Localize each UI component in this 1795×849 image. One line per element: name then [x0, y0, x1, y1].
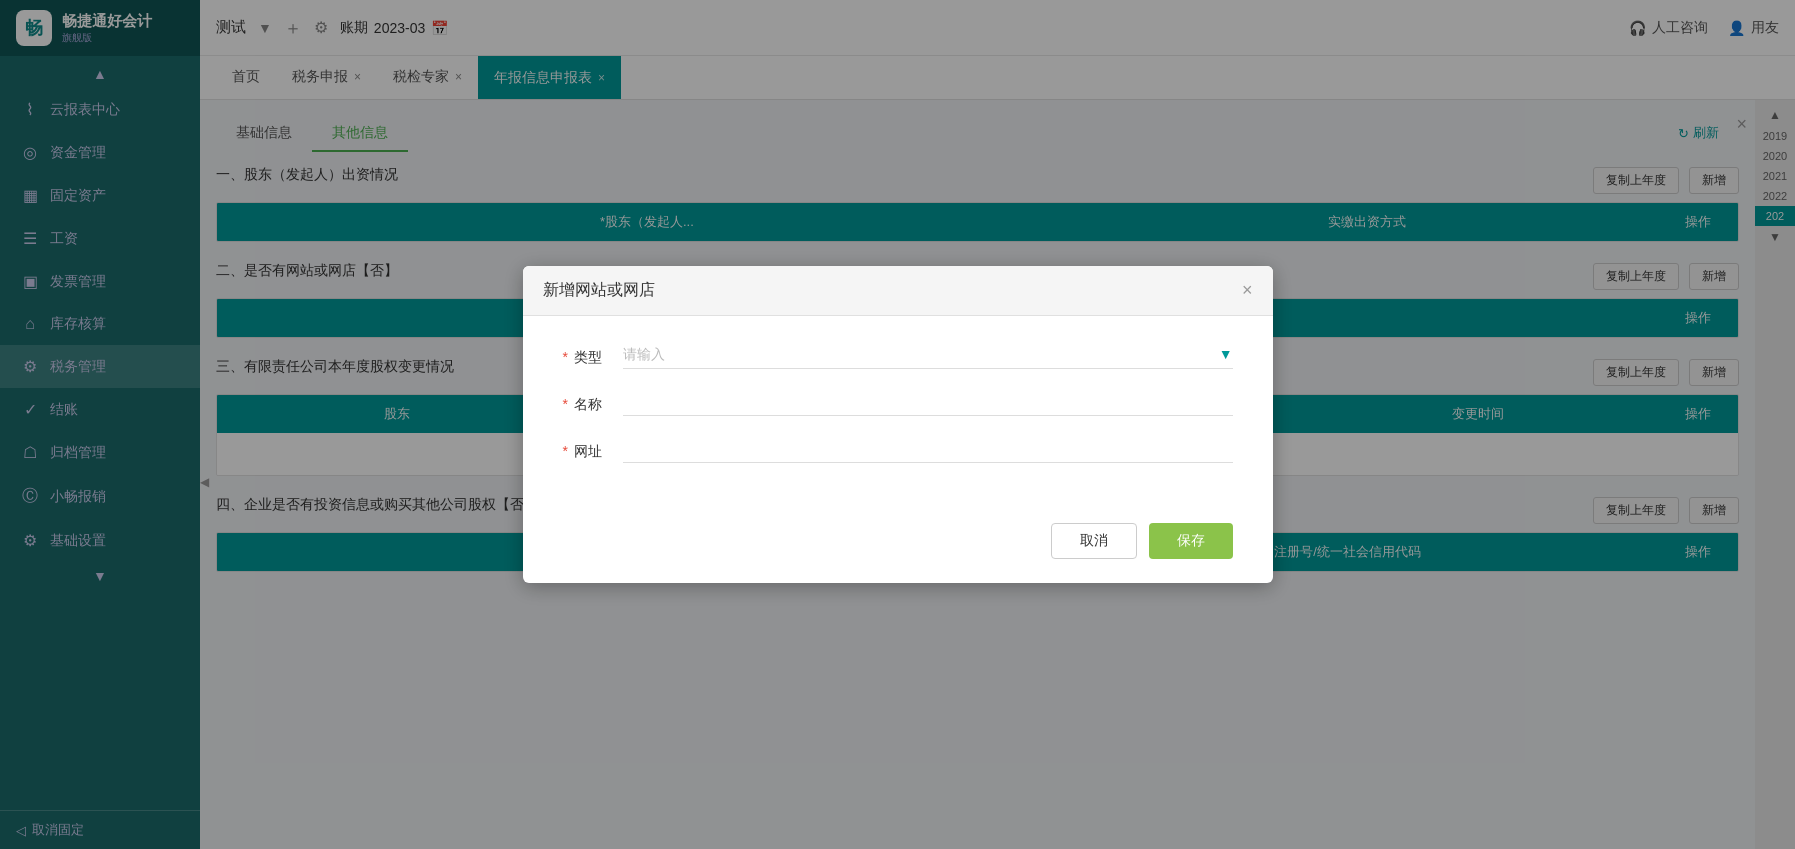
add-website-dialog: 新增网站或网店 × * 类型 ▼ * 名称: [523, 266, 1273, 583]
dialog-footer: 取消 保存: [523, 507, 1273, 583]
required-star-name: *: [563, 396, 568, 412]
form-input-url-wrap: [623, 440, 1233, 463]
dialog-close-btn[interactable]: ×: [1242, 280, 1253, 301]
dialog-title: 新增网站或网店: [543, 280, 655, 301]
form-input-name-wrap: [623, 393, 1233, 416]
form-label-name: * 名称: [563, 396, 623, 414]
dialog-overlay: 新增网站或网店 × * 类型 ▼ * 名称: [0, 0, 1795, 849]
dialog-body: * 类型 ▼ * 名称 *: [523, 316, 1273, 507]
required-star-url: *: [563, 443, 568, 459]
name-input[interactable]: [623, 393, 1233, 409]
form-input-type-wrap: ▼: [623, 346, 1233, 369]
form-field-url: * 网址: [563, 440, 1233, 463]
required-star-type: *: [563, 349, 568, 365]
form-field-name: * 名称: [563, 393, 1233, 416]
form-field-type: * 类型 ▼: [563, 346, 1233, 369]
form-label-url: * 网址: [563, 443, 623, 461]
type-input[interactable]: [623, 346, 1219, 362]
form-label-type: * 类型: [563, 349, 623, 367]
type-dropdown-icon[interactable]: ▼: [1219, 346, 1233, 362]
cancel-button[interactable]: 取消: [1051, 523, 1137, 559]
save-button[interactable]: 保存: [1149, 523, 1233, 559]
dialog-header: 新增网站或网店 ×: [523, 266, 1273, 316]
url-input[interactable]: [623, 440, 1233, 456]
